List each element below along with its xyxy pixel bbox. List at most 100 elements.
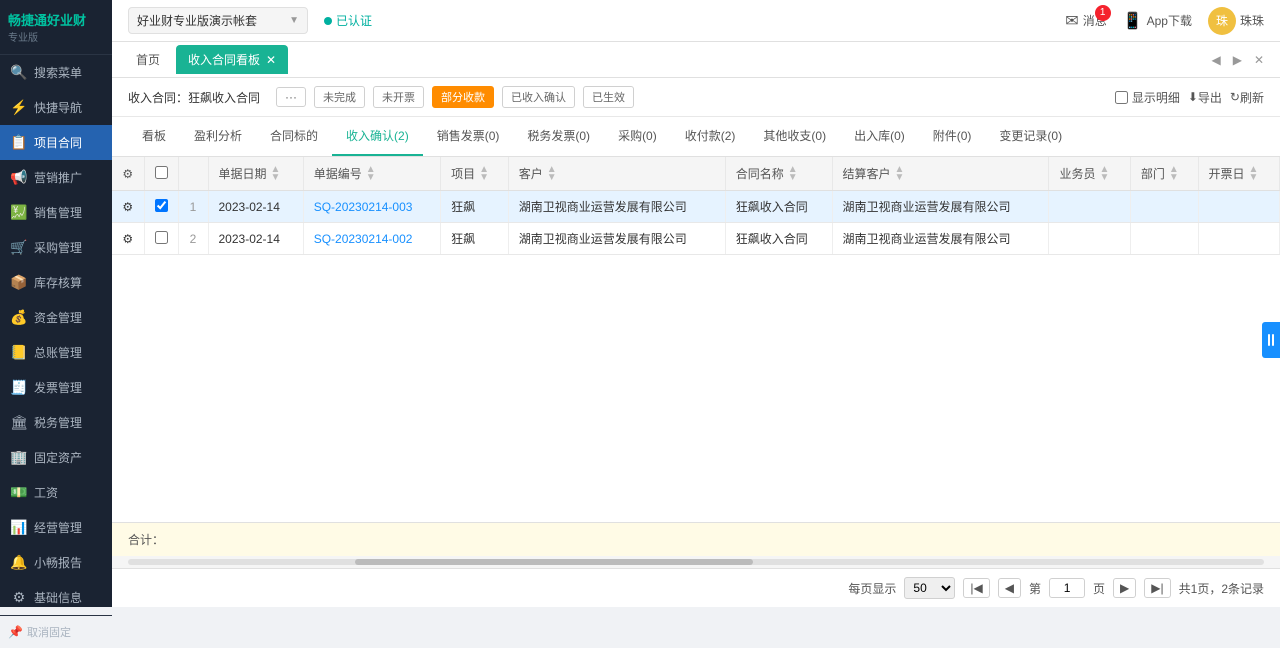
sort-icon-project[interactable]: ▲▼ xyxy=(479,166,489,182)
subtab-list: 看板盈利分析合同标的收入确认(2)销售发票(0)税务发票(0)采购(0)收付款(… xyxy=(128,117,1076,156)
subtab-6[interactable]: 采购(0) xyxy=(604,117,671,156)
col-header-project[interactable]: 项目▲▼ xyxy=(441,157,509,191)
company-selector[interactable]: 好业财专业版演示帐套 ▼ xyxy=(128,7,308,34)
show-detail-input[interactable] xyxy=(1115,91,1128,104)
col-header-contract[interactable]: 合同名称▲▼ xyxy=(725,157,832,191)
sidebar-item-小畅报告[interactable]: 🔔 小畅报告 xyxy=(0,545,112,580)
sidebar-item-快捷导航[interactable]: ⚡ 快捷导航 xyxy=(0,90,112,125)
table-row[interactable]: ⚙22023-02-14SQ-20230214-002狂飙湖南卫视商业运营发展有… xyxy=(112,223,1280,255)
sidebar: 畅捷通好业财 专业版 🔍 搜索菜单 ⚡ 快捷导航 📋 项目合同 📢 营销推广 💹… xyxy=(0,0,112,607)
page-last-btn[interactable]: ▶| xyxy=(1144,578,1170,598)
export-btn[interactable]: ⬇ 导出 xyxy=(1188,89,1222,106)
tab-0[interactable]: 首页 xyxy=(124,45,172,74)
horizontal-scrollbar[interactable] xyxy=(112,556,1280,568)
show-detail-checkbox[interactable]: 显示明细 xyxy=(1115,89,1180,106)
sidebar-label-6: 库存核算 xyxy=(34,274,82,291)
subtab-11[interactable]: 变更记录(0) xyxy=(985,117,1076,156)
col-header-department[interactable]: 部门▲▼ xyxy=(1130,157,1198,191)
sidebar-item-库存核算[interactable]: 📦 库存核算 xyxy=(0,265,112,300)
row-settings-icon[interactable]: ⚙ xyxy=(122,200,133,214)
status-btn-1[interactable]: 未开票 xyxy=(373,86,424,108)
app-download-btn[interactable]: 📱 App下载 xyxy=(1123,11,1192,31)
scrollbar-thumb[interactable] xyxy=(355,559,753,565)
subtab-0[interactable]: 看板 xyxy=(128,117,180,156)
status-buttons: 未完成未开票部分收款已收入确认已生效 xyxy=(314,86,638,108)
sidebar-item-发票管理[interactable]: 🧾 发票管理 xyxy=(0,370,112,405)
sidebar-label-14: 小畅报告 xyxy=(34,554,82,571)
sidebar-item-资金管理[interactable]: 💰 资金管理 xyxy=(0,300,112,335)
row-code-link-0[interactable]: SQ-20230214-003 xyxy=(314,200,413,214)
sidebar-item-搜索菜单[interactable]: 🔍 搜索菜单 xyxy=(0,55,112,90)
page-prev-btn[interactable]: ◀ xyxy=(998,578,1021,598)
col-header-open_date[interactable]: 开票日▲▼ xyxy=(1198,157,1280,191)
status-btn-3[interactable]: 已收入确认 xyxy=(502,86,575,108)
row-code-link-1[interactable]: SQ-20230214-002 xyxy=(314,232,413,246)
sidebar-item-总账管理[interactable]: 📒 总账管理 xyxy=(0,335,112,370)
subtab-8[interactable]: 其他收支(0) xyxy=(749,117,840,156)
subtab-1[interactable]: 盈利分析 xyxy=(180,117,256,156)
tab-1[interactable]: 收入合同看板✕ xyxy=(176,45,288,74)
status-btn-4[interactable]: 已生效 xyxy=(583,86,634,108)
sort-icon-settlement_customer[interactable]: ▲▼ xyxy=(895,166,905,182)
message-badge: 1 xyxy=(1095,5,1111,21)
col-header-salesperson[interactable]: 业务员▲▼ xyxy=(1049,157,1130,191)
row-checkbox-1[interactable] xyxy=(155,231,168,244)
subtab-10[interactable]: 附件(0) xyxy=(919,117,986,156)
tab-next-btn[interactable]: ▶ xyxy=(1229,51,1246,69)
subtab-2[interactable]: 合同标的 xyxy=(256,117,332,156)
page-first-btn[interactable]: |◀ xyxy=(963,578,989,598)
sidebar-item-固定资产[interactable]: 🏢 固定资产 xyxy=(0,440,112,475)
settings-icon[interactable]: ⚙ xyxy=(122,167,133,181)
subtab-9[interactable]: 出入库(0) xyxy=(840,117,919,156)
sidebar-item-销售管理[interactable]: 💹 销售管理 xyxy=(0,195,112,230)
sort-icon-customer[interactable]: ▲▼ xyxy=(547,166,557,182)
subtab-5[interactable]: 税务发票(0) xyxy=(513,117,604,156)
message-btn[interactable]: ✉ 1 消息 xyxy=(1065,11,1106,31)
tab-prev-btn[interactable]: ◀ xyxy=(1207,51,1224,69)
sidebar-item-项目合同[interactable]: 📋 项目合同 xyxy=(0,125,112,160)
table-area: ⚙ 单据日期▲▼单据编号▲▼项目▲▼客户▲▼合同名称▲▼结算客户▲▼业务员▲▼部门… xyxy=(112,157,1280,522)
sort-icon-department[interactable]: ▲▼ xyxy=(1169,166,1179,182)
sidebar-label-9: 发票管理 xyxy=(34,379,82,396)
sort-icon-code[interactable]: ▲▼ xyxy=(366,166,376,182)
page-input[interactable] xyxy=(1049,578,1085,598)
sidebar-bottom[interactable]: 📌 取消固定 xyxy=(0,615,112,648)
cell-settings-0: ⚙ xyxy=(112,191,144,223)
sidebar-item-基础信息[interactable]: ⚙ 基础信息 xyxy=(0,580,112,615)
message-icon: ✉ xyxy=(1065,11,1078,31)
tab-close-1[interactable]: ✕ xyxy=(266,53,276,67)
table-row[interactable]: ⚙12023-02-14SQ-20230214-003狂飙湖南卫视商业运营发展有… xyxy=(112,191,1280,223)
sort-icon-salesperson[interactable]: ▲▼ xyxy=(1099,166,1109,182)
sidebar-item-工资[interactable]: 💵 工资 xyxy=(0,475,112,510)
sidebar-logo-sub: 专业版 xyxy=(8,29,104,44)
subtab-3[interactable]: 收入确认(2) xyxy=(332,117,423,156)
user-profile-btn[interactable]: 珠 珠珠 xyxy=(1208,7,1264,35)
cell-num-0: 1 xyxy=(178,191,208,223)
per-page-select[interactable]: 102050100 xyxy=(904,577,955,599)
sort-icon-date[interactable]: ▲▼ xyxy=(271,166,281,182)
sort-icon-contract[interactable]: ▲▼ xyxy=(788,166,798,182)
col-header-settlement_customer[interactable]: 结算客户▲▼ xyxy=(832,157,1049,191)
col-header-date[interactable]: 单据日期▲▼ xyxy=(208,157,303,191)
tab-close-all-btn[interactable]: ✕ xyxy=(1250,51,1268,69)
subtab-7[interactable]: 收付款(2) xyxy=(671,117,750,156)
sidebar-item-营销推广[interactable]: 📢 营销推广 xyxy=(0,160,112,195)
col-header-code[interactable]: 单据编号▲▼ xyxy=(303,157,440,191)
sort-icon-open_date[interactable]: ▲▼ xyxy=(1249,166,1259,182)
row-settings-icon[interactable]: ⚙ xyxy=(122,232,133,246)
sidebar-icon-0: 🔍 xyxy=(10,64,28,81)
select-all-checkbox[interactable] xyxy=(155,166,168,179)
page-next-btn[interactable]: ▶ xyxy=(1113,578,1136,598)
status-btn-0[interactable]: 未完成 xyxy=(314,86,365,108)
sidebar-item-税务管理[interactable]: 🏛 税务管理 xyxy=(0,405,112,440)
row-checkbox-0[interactable] xyxy=(155,199,168,212)
subtab-4[interactable]: 销售发票(0) xyxy=(423,117,514,156)
right-panel-toggle-btn[interactable] xyxy=(1262,322,1280,358)
sidebar-item-采购管理[interactable]: 🛒 采购管理 xyxy=(0,230,112,265)
more-options-btn[interactable]: ··· xyxy=(276,87,306,107)
status-btn-2[interactable]: 部分收款 xyxy=(432,86,494,108)
sidebar-icon-3: 📢 xyxy=(10,169,28,186)
refresh-btn[interactable]: ↻ 刷新 xyxy=(1230,89,1264,106)
col-header-customer[interactable]: 客户▲▼ xyxy=(508,157,725,191)
sidebar-item-经营管理[interactable]: 📊 经营管理 xyxy=(0,510,112,545)
